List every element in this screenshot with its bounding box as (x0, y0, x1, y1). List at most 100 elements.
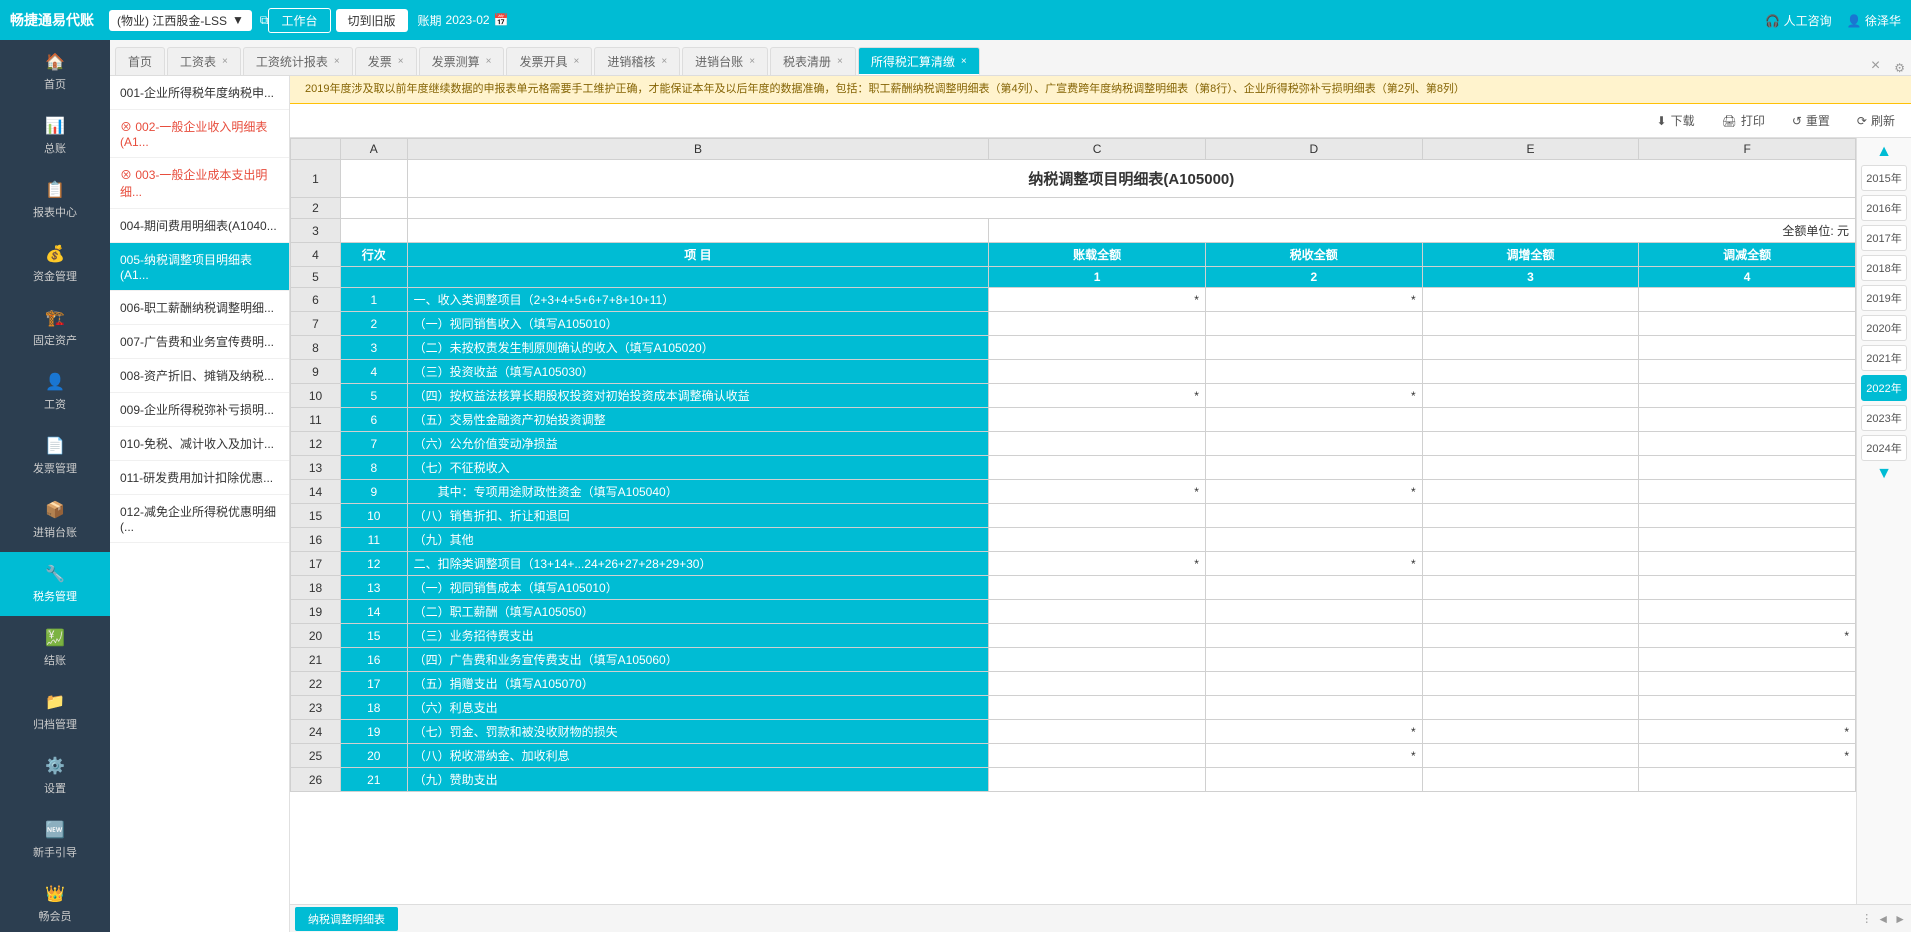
scroll-right[interactable]: ► (1894, 912, 1906, 926)
scroll-left[interactable]: ◄ (1877, 912, 1889, 926)
reset-button[interactable]: ↺ 重置 (1786, 109, 1836, 132)
sidebar-item-archive[interactable]: 📁 归档管理 (0, 680, 110, 744)
year-btn-2019[interactable]: 2019年 (1861, 285, 1907, 311)
col-header-d: D (1205, 139, 1422, 160)
row3-a (340, 219, 407, 243)
tab-tax-list[interactable]: 税表清册 × (770, 47, 856, 75)
left-item-003[interactable]: 003-一般企业成本支出明细... (110, 158, 289, 209)
sidebar-item-funds[interactable]: 💰 资金管理 (0, 232, 110, 296)
scroll-dots: ⋮ (1861, 912, 1872, 925)
sidebar-item-vip[interactable]: 👑 畅会员 (0, 872, 110, 932)
left-item-001-label: 001-企业所得税年度纳税申... (120, 86, 274, 100)
left-item-010[interactable]: 010-免税、减计收入及加计... (110, 427, 289, 461)
user-info[interactable]: 👤 徐泽华 (1847, 12, 1901, 29)
data-row-26: 26 21 （九）赞助支出 (291, 768, 1856, 792)
left-item-001[interactable]: 001-企业所得税年度纳税申... (110, 76, 289, 110)
left-item-005[interactable]: 005-纳税调整项目明细表(A1... (110, 243, 289, 291)
year-btn-2017[interactable]: 2017年 (1861, 225, 1907, 251)
year-btn-2021[interactable]: 2021年 (1861, 345, 1907, 371)
sidebar-item-tax[interactable]: 🔧 税务管理 (0, 552, 110, 616)
bottom-tab-adjust[interactable]: 纳税调整明细表 (295, 907, 398, 931)
tab-sales-ledger[interactable]: 进销台账 × (682, 47, 768, 75)
sidebar-item-newbie[interactable]: 🆕 新手引导 (0, 808, 110, 872)
sidebar-item-settings[interactable]: ⚙️ 设置 (0, 744, 110, 808)
year-btn-2023[interactable]: 2023年 (1861, 405, 1907, 431)
tab-invoice-calc[interactable]: 发票测算 × (419, 47, 505, 75)
tab-sales-check[interactable]: 进销稽核 × (594, 47, 680, 75)
newbie-icon: 🆕 (45, 820, 65, 840)
tab-payroll-stats-close[interactable]: × (334, 56, 340, 67)
tab-payroll-stats[interactable]: 工资统计报表 × (243, 47, 353, 75)
tab-payroll-close[interactable]: × (222, 56, 228, 67)
tab-tax-list-close[interactable]: × (837, 56, 843, 67)
copy-icon[interactable]: ⧉ (260, 13, 269, 28)
company-selector[interactable]: (物业) 江西股金-LSS ▼ (109, 10, 252, 31)
service-link[interactable]: 🎧 人工咨询 (1765, 12, 1831, 29)
workbench-button[interactable]: 工作台 (268, 8, 330, 33)
download-button[interactable]: ⬇ 下载 (1651, 109, 1701, 132)
left-item-002[interactable]: 002-一般企业收入明细表(A1... (110, 110, 289, 158)
year-btn-2015[interactable]: 2015年 (1861, 165, 1907, 191)
year-btn-2022[interactable]: 2022年 (1861, 375, 1907, 401)
left-item-003-label: 003-一般企业成本支出明细... (120, 168, 267, 199)
archive-icon: 📁 (45, 692, 65, 712)
tab-invoice[interactable]: 发票 × (355, 47, 417, 75)
tab-income-tax[interactable]: 所得税汇算清缴 × (858, 47, 980, 75)
tab-sales-check-close[interactable]: × (661, 56, 667, 67)
row-num-2: 2 (291, 198, 341, 219)
close-all-button[interactable]: × (1863, 57, 1888, 75)
data-row-11: 11 6 （五）交易性金融资产初始投资调整 (291, 408, 1856, 432)
left-item-004[interactable]: 004-期间费用明细表(A1040... (110, 209, 289, 243)
tab-sales-ledger-close[interactable]: × (749, 56, 755, 67)
tab-home[interactable]: 首页 (115, 47, 165, 75)
tab-invoice-issue-close[interactable]: × (573, 56, 579, 67)
tab-invoice-close[interactable]: × (398, 56, 404, 67)
sidebar-item-stock[interactable]: 📦 进销台账 (0, 488, 110, 552)
data-row-16: 16 11 （九）其他 (291, 528, 1856, 552)
year-btn-2016[interactable]: 2016年 (1861, 195, 1907, 221)
year-btn-2018[interactable]: 2018年 (1861, 255, 1907, 281)
left-item-012-label: 012-减免企业所得税优惠明细(... (120, 505, 276, 534)
left-item-012[interactable]: 012-减免企业所得税优惠明细(... (110, 495, 289, 543)
tab-settings-icon[interactable]: ⚙ (1888, 61, 1911, 75)
sidebar-item-reports[interactable]: 📋 报表中心 (0, 168, 110, 232)
toolbar: ⬇ 下载 🖨 打印 ↺ 重置 ⟳ 刷新 (290, 104, 1911, 138)
tab-invoice-issue[interactable]: 发票开具 × (506, 47, 592, 75)
sidebar-item-invoice[interactable]: 📄 发票管理 (0, 424, 110, 488)
year-nav-up[interactable]: ▲ (1876, 143, 1892, 161)
sidebar-item-closing[interactable]: 💹 结账 (0, 616, 110, 680)
sidebar-reports-label: 报表中心 (33, 204, 77, 220)
year-nav-down[interactable]: ▼ (1876, 465, 1892, 483)
left-item-002-label: 002-一般企业收入明细表(A1... (120, 120, 267, 149)
refresh-button[interactable]: ⟳ 刷新 (1851, 109, 1901, 132)
period-edit-icon[interactable]: 📅 (494, 13, 509, 27)
old-version-button[interactable]: 切到旧版 (336, 9, 408, 32)
spreadsheet-container[interactable]: A B C D E F 1 (290, 138, 1856, 904)
row-2: 2 (291, 198, 1856, 219)
left-item-009[interactable]: 009-企业所得税弥补亏损明... (110, 393, 289, 427)
year-panel: ▲ 2015年 2016年 2017年 2018年 2019年 2020年 20… (1856, 138, 1911, 904)
left-item-006[interactable]: 006-职工薪酬纳税调整明细... (110, 291, 289, 325)
sidebar-item-payroll[interactable]: 👤 工资 (0, 360, 110, 424)
sidebar-item-home[interactable]: 🏠 首页 (0, 40, 110, 104)
sidebar-item-assets[interactable]: 🏗️ 固定资产 (0, 296, 110, 360)
title-row: 1 纳税调整项目明细表(A105000) (291, 160, 1856, 198)
sidebar-item-ledger[interactable]: 📊 总账 (0, 104, 110, 168)
left-item-008[interactable]: 008-资产折旧、摊销及纳税... (110, 359, 289, 393)
content-area: 首页 工资表 × 工资统计报表 × 发票 × 发票测算 × (110, 40, 1911, 932)
tab-income-tax-close[interactable]: × (961, 56, 967, 67)
sub-content: 001-企业所得税年度纳税申... 002-一般企业收入明细表(A1... 00… (110, 76, 1911, 932)
tab-payroll[interactable]: 工资表 × (167, 47, 241, 75)
tab-invoice-calc-close[interactable]: × (486, 56, 492, 67)
refresh-label: 刷新 (1871, 112, 1895, 129)
year-btn-2020[interactable]: 2020年 (1861, 315, 1907, 341)
left-item-011[interactable]: 011-研发费用加计扣除优惠... (110, 461, 289, 495)
col-hdr-reduce: 调减全额 (1639, 243, 1856, 267)
left-item-007-label: 007-广告费和业务宣传费明... (120, 335, 274, 349)
print-button[interactable]: 🖨 打印 (1716, 109, 1771, 132)
left-item-004-label: 004-期间费用明细表(A1040... (120, 219, 277, 233)
year-btn-2024[interactable]: 2024年 (1861, 435, 1907, 461)
tab-sales-ledger-label: 进销台账 (695, 53, 743, 70)
left-item-007[interactable]: 007-广告费和业务宣传费明... (110, 325, 289, 359)
tab-invoice-calc-label: 发票测算 (432, 53, 480, 70)
